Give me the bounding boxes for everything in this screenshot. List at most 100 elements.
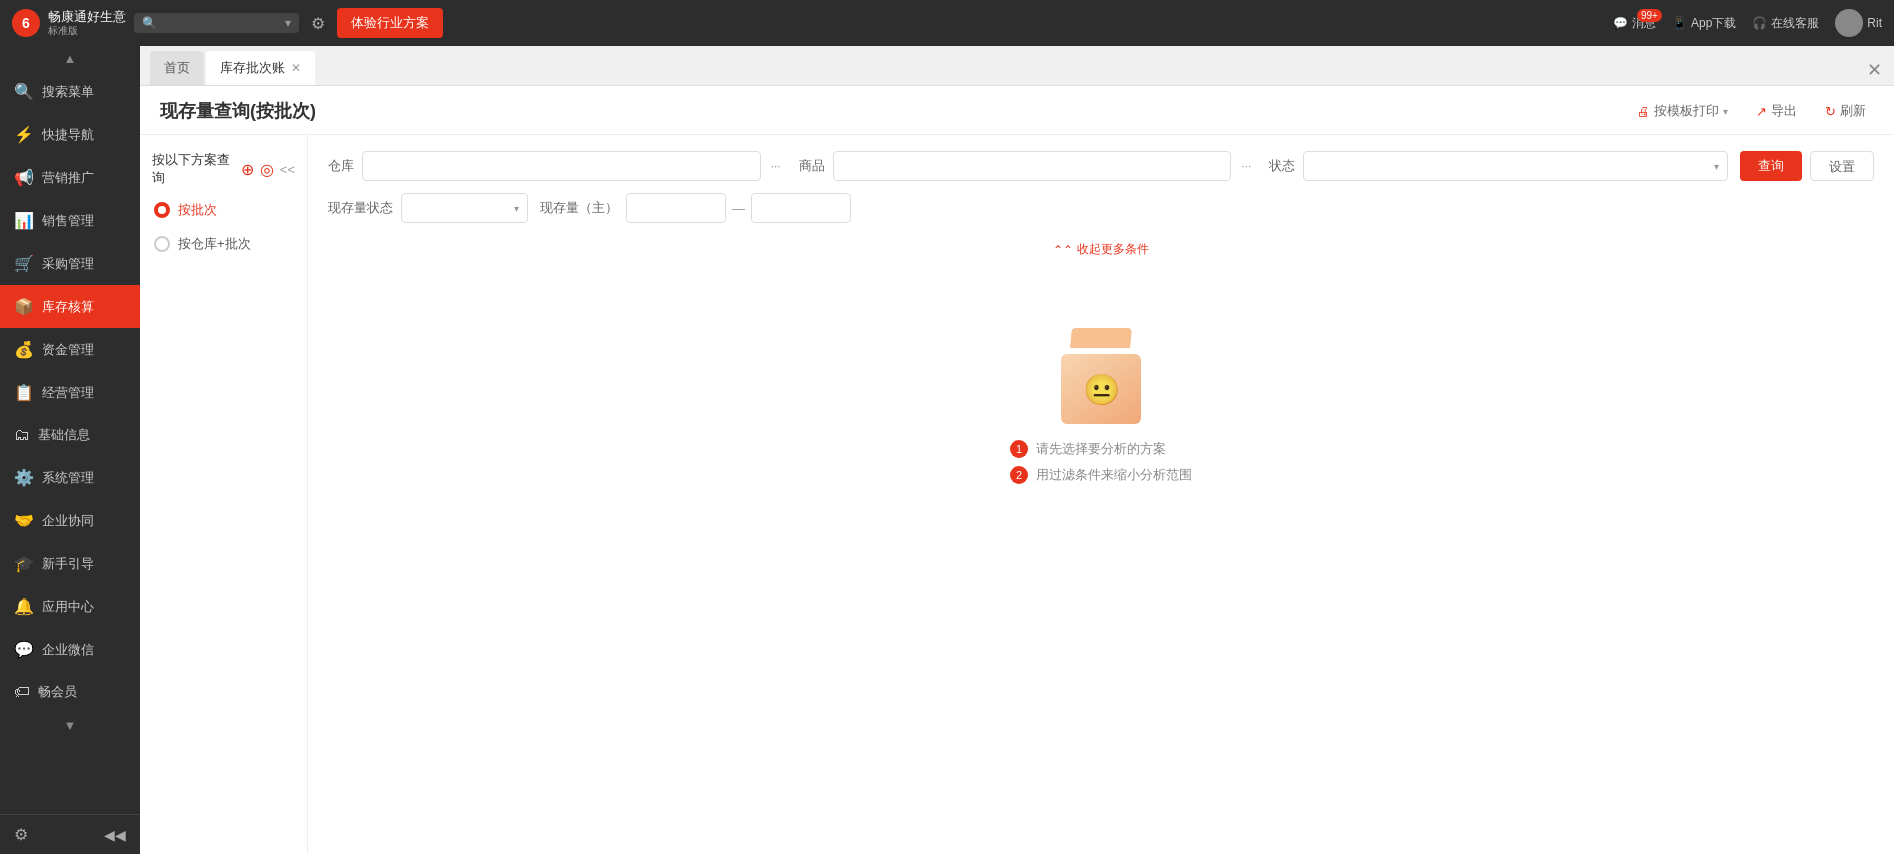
product-more-icon[interactable]: ··· [1235,159,1257,173]
sidebar-item-basic[interactable]: 🗂 基础信息 [0,414,140,456]
messages-button[interactable]: 💬 消息 99+ [1613,15,1656,32]
sidebar-item-purchase[interactable]: 🛒 采购管理 [0,242,140,285]
sidebar-gear-icon[interactable]: ⚙ [14,825,28,844]
sidebar-item-system[interactable]: ⚙️ 系统管理 [0,456,140,499]
shortcut-icon: ⚡ [14,125,34,144]
export-button[interactable]: ↗ 导出 [1748,98,1805,124]
filter-row-1: 仓库 ··· 商品 ··· 状态 [328,151,1874,181]
wechat-icon: 💬 [14,640,34,659]
warehouse-input[interactable] [362,151,761,181]
batch-active-dot [154,202,170,218]
settings-button[interactable]: 设置 [1810,151,1874,181]
search-input[interactable] [161,16,281,30]
main-close-icon[interactable]: ✕ [1867,59,1882,81]
sidebar-item-member[interactable]: 🏷 畅会员 [0,671,140,713]
filter-by-warehouse-batch[interactable]: 按仓库+批次 [140,227,307,261]
tip-num-2: 2 [1010,466,1028,484]
scheme-settings-icon[interactable]: ◎ [260,160,274,179]
page-content: 现存量查询(按批次) 🖨 按模板打印 ▾ ↗ 导出 ↻ 刷新 [140,86,1894,854]
warehouse-filter: 仓库 ··· [328,151,787,181]
sidebar-item-finance[interactable]: 💰 资金管理 [0,328,140,371]
batch-dot-inner [158,206,166,214]
search-box[interactable]: 🔍 ▾ [134,13,299,33]
left-filter-panel: 按以下方案查询 ⊕ ◎ << 按批次 [140,135,308,854]
product-input[interactable] [833,151,1232,181]
add-scheme-icon[interactable]: ⊕ [241,160,254,179]
stock-qty-max[interactable] [751,193,851,223]
empty-tips: 1 请先选择要分析的方案 2 用过滤条件来缩小分析范围 [1010,440,1192,484]
app-download-button[interactable]: 📱 App下载 [1672,15,1736,32]
sidebar-item-newuser[interactable]: 🎓 新手引导 [0,542,140,585]
finance-icon: 💰 [14,340,34,359]
app-logo: 6 [12,9,40,37]
panel-layout: 按以下方案查询 ⊕ ◎ << 按批次 [140,135,1894,854]
newuser-icon: 🎓 [14,554,34,573]
refresh-button[interactable]: ↻ 刷新 [1817,98,1874,124]
app-name: 畅康通好生意 标准版 [48,9,126,37]
sales-icon: 📊 [14,211,34,230]
sidebar-item-shortcut[interactable]: ⚡ 快捷导航 [0,113,140,156]
online-service-button[interactable]: 🎧 在线客服 [1752,15,1819,32]
marketing-icon: 📢 [14,168,34,187]
left-panel-actions: ⊕ ◎ << [241,160,295,179]
tab-close-icon[interactable]: ✕ [291,61,301,75]
trial-button[interactable]: 体验行业方案 [337,8,443,38]
collapse-left-icon[interactable]: << [280,162,295,177]
empty-tip-1: 1 请先选择要分析的方案 [1010,440,1192,458]
filter-row-2: 现存量状态 ▾ 现存量（主） — [328,193,1874,223]
phone-icon: 📱 [1672,16,1687,30]
sidebar-item-wechat[interactable]: 💬 企业微信 [0,628,140,671]
sidebar-item-enterprise[interactable]: 🤝 企业协同 [0,499,140,542]
tab-bar: 首页 库存批次账 ✕ ✕ [140,46,1894,86]
page-header-actions: 🖨 按模板打印 ▾ ↗ 导出 ↻ 刷新 [1629,98,1874,124]
print-dropdown-icon[interactable]: ▾ [1723,106,1728,117]
product-filter: 商品 ··· [799,151,1258,181]
tab-inventory-batch[interactable]: 库存批次账 ✕ [206,51,315,85]
page-header: 现存量查询(按批次) 🖨 按模板打印 ▾ ↗ 导出 ↻ 刷新 [140,86,1894,135]
sidebar-item-appstore[interactable]: 🔔 应用中心 [0,585,140,628]
messages-badge: 99+ [1637,9,1662,22]
stock-qty-min[interactable] [626,193,726,223]
sidebar-item-search[interactable]: 🔍 搜索菜单 [0,70,140,113]
warehouse-batch-dot [154,236,170,252]
empty-box: 😐 [1061,354,1141,424]
empty-box-top [1070,328,1132,348]
sidebar-item-marketing[interactable]: 📢 营销推广 [0,156,140,199]
message-icon: 💬 [1613,16,1628,30]
left-panel-header: 按以下方案查询 ⊕ ◎ << [140,145,307,193]
settings-icon[interactable]: ⚙ [307,10,329,37]
sidebar-scroll-down[interactable]: ▼ [0,713,140,737]
print-button[interactable]: 🖨 按模板打印 ▾ [1629,98,1736,124]
user-avatar-area[interactable]: Rit [1835,9,1882,37]
sidebar: ▲ 🔍 搜索菜单 ⚡ 快捷导航 📢 营销推广 📊 销售管理 🛒 采购管理 📦 库… [0,46,140,854]
empty-illustration: 😐 [1051,324,1151,424]
filter-by-batch[interactable]: 按批次 [140,193,307,227]
empty-state: 😐 1 请先选择要分析的方案 2 用过滤条件来缩小分析范围 [328,264,1874,544]
status-dropdown-arrow: ▾ [1714,161,1719,172]
empty-tip-2: 2 用过滤条件来缩小分析范围 [1010,466,1192,484]
search-dropdown-icon[interactable]: ▾ [285,16,291,30]
filter-action-buttons: 查询 设置 [1740,151,1874,181]
sidebar-collapse-icon[interactable]: ◀◀ [104,827,126,843]
appstore-icon: 🔔 [14,597,34,616]
headset-icon: 🎧 [1752,16,1767,30]
topbar-left: 6 畅康通好生意 标准版 🔍 ▾ ⚙ 体验行业方案 [12,8,443,38]
status-select[interactable]: ▾ [1303,151,1728,181]
query-button[interactable]: 查询 [1740,151,1802,181]
warehouse-more-icon[interactable]: ··· [765,159,787,173]
search-icon: 🔍 [142,16,157,30]
stock-status-select[interactable]: ▾ [401,193,528,223]
enterprise-icon: 🤝 [14,511,34,530]
collapse-up-icon: ⌃⌃ [1053,243,1073,257]
empty-face-icon: 😐 [1083,372,1120,407]
page-title: 现存量查询(按批次) [160,99,316,123]
sidebar-scroll-up[interactable]: ▲ [0,46,140,70]
sidebar-item-operation[interactable]: 📋 经营管理 [0,371,140,414]
stock-status-filter: 现存量状态 ▾ [328,193,528,223]
sidebar-item-sales[interactable]: 📊 销售管理 [0,199,140,242]
right-main-panel: 仓库 ··· 商品 ··· 状态 [308,135,1894,854]
refresh-icon: ↻ [1825,104,1836,119]
sidebar-item-inventory[interactable]: 📦 库存核算 [0,285,140,328]
tab-home[interactable]: 首页 [150,51,204,85]
collapse-filters-row[interactable]: ⌃⌃ 收起更多条件 [328,235,1874,264]
